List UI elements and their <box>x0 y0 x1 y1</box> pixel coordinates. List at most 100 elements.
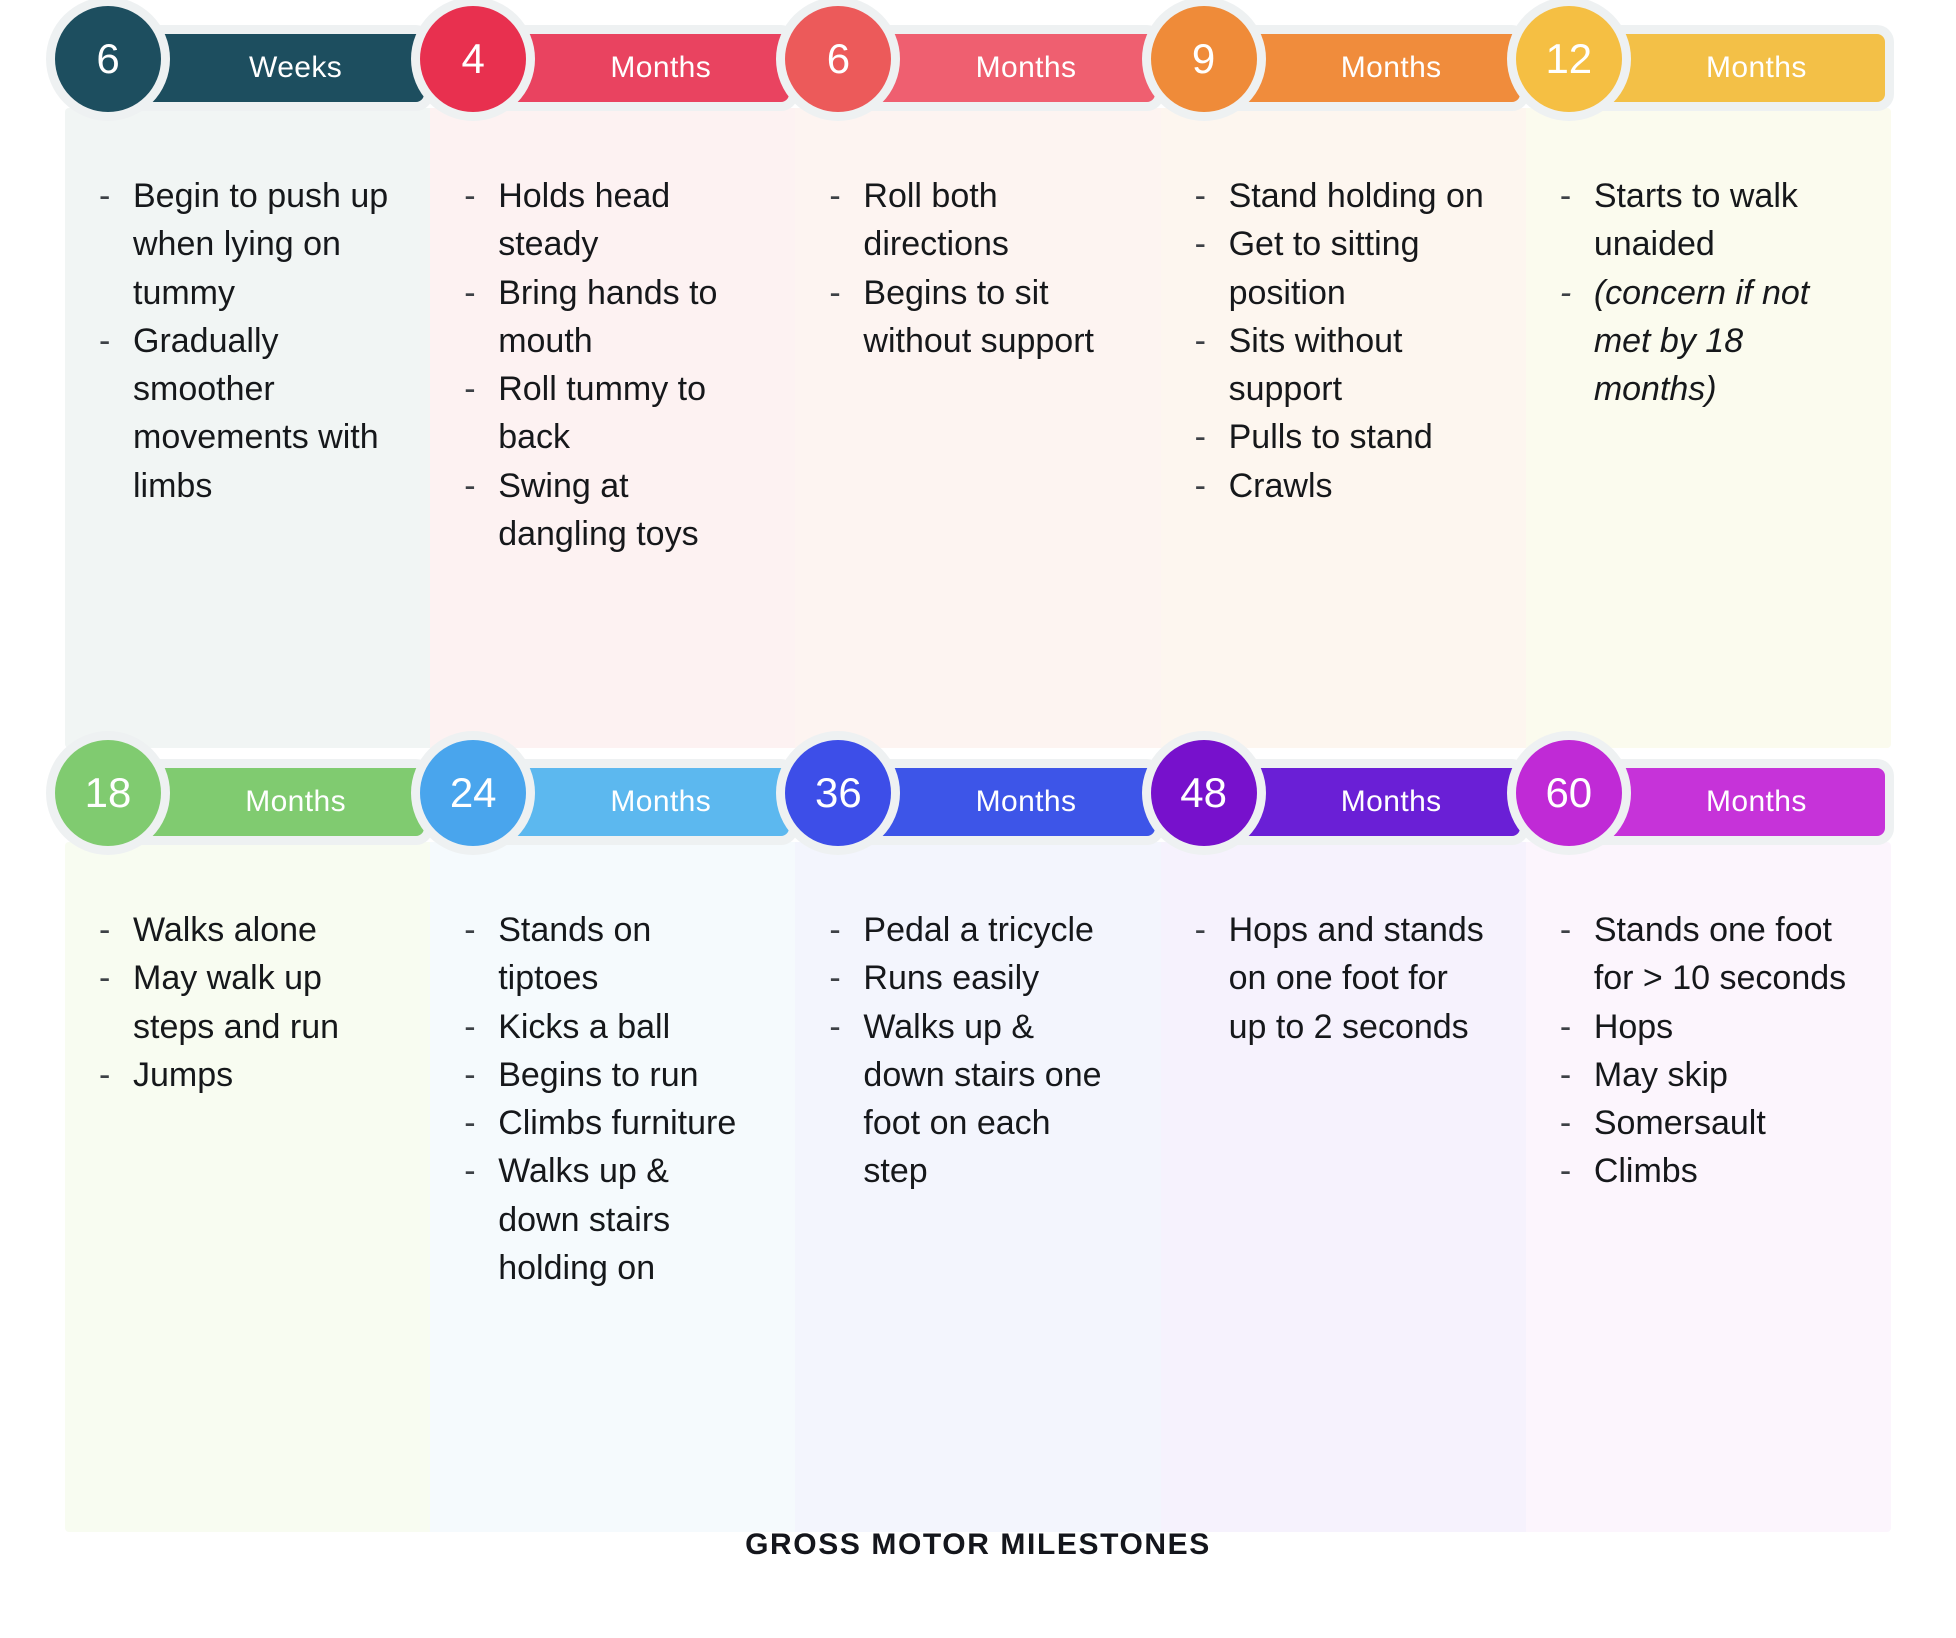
milestone-item: Begins to run <box>458 1051 758 1100</box>
stage-bar-60-months[interactable]: Months <box>1581 768 1885 836</box>
milestone-list: Pedal a tricycleRuns easilyWalks up & do… <box>823 906 1123 1196</box>
stage-column-inner: Stand holding onGet to sitting positionS… <box>1189 172 1489 510</box>
stage-marker-12-months[interactable]: 12 <box>1515 6 1622 112</box>
stage-column-inner: Stands on tiptoesKicks a ballBegins to r… <box>458 906 758 1292</box>
milestone-item: Walks alone <box>93 906 393 955</box>
stage-marker-60-months[interactable]: 60 <box>1515 740 1622 846</box>
stage-bar-12-months[interactable]: Months <box>1581 34 1885 102</box>
stage-marker-6-weeks[interactable]: 6 <box>55 6 161 112</box>
milestone-item: Begins to sit without support <box>823 269 1123 366</box>
milestone-item: Climbs <box>1554 1147 1854 1196</box>
stage-bar-6-weeks[interactable]: Weeks <box>121 34 425 102</box>
milestone-list: Stands one foot for > 10 secondsHopsMay … <box>1554 906 1854 1196</box>
stage-marker-18-months[interactable]: 18 <box>55 740 161 846</box>
stage-bar-24-months[interactable]: Months <box>486 768 790 836</box>
stage-unit-label: Months <box>1340 51 1442 84</box>
stage-unit-label: Months <box>975 785 1077 818</box>
milestone-item: Get to sitting position <box>1189 220 1489 317</box>
stage-column-inner: Holds head steadyBring hands to mouthRol… <box>458 172 758 558</box>
milestone-item: Walks up & down stairs one foot on each … <box>823 1003 1123 1196</box>
stage-number: 12 <box>1545 35 1593 82</box>
milestone-item: Stands on tiptoes <box>458 906 758 1003</box>
milestone-item: Hops <box>1554 1003 1854 1052</box>
stage-column-4-months: Holds head steadyBring hands to mouthRol… <box>430 144 795 558</box>
header-strip-row-2: Months 18 Months 24 Months 36 Months 48 Months 60 <box>55 740 1891 892</box>
stage-unit-label: Months <box>1706 785 1807 818</box>
milestone-item: Starts to walk unaided <box>1554 172 1854 269</box>
stage-column-12-months: Starts to walk unaided(concern if not me… <box>1526 144 1891 558</box>
milestone-item: Stands one foot for > 10 seconds <box>1554 906 1854 1003</box>
stage-number: 24 <box>449 769 497 816</box>
stage-marker-48-months[interactable]: 48 <box>1150 740 1257 846</box>
milestone-item: Climbs furniture <box>458 1099 758 1148</box>
stage-marker-9-months[interactable]: 9 <box>1150 6 1257 112</box>
stage-number: 60 <box>1545 769 1593 816</box>
stage-marker-4-months[interactable]: 4 <box>420 6 527 112</box>
stage-column-48-months: Hops and stands on one foot for up to 2 … <box>1161 878 1526 1292</box>
milestone-item: Roll tummy to back <box>458 365 758 462</box>
milestone-item: Pedal a tricycle <box>823 906 1123 955</box>
stage-column-60-months: Stands one foot for > 10 secondsHopsMay … <box>1526 878 1891 1292</box>
milestone-item: Kicks a ball <box>458 1003 758 1052</box>
stage-unit-label: Months <box>610 51 712 84</box>
stage-unit-label: Months <box>610 785 712 818</box>
stage-bar-9-months[interactable]: Months <box>1216 34 1520 102</box>
milestone-item: Pulls to stand <box>1189 413 1489 462</box>
milestone-item: Crawls <box>1189 462 1489 511</box>
stage-number: 36 <box>815 769 862 816</box>
content-columns-row-1: Begin to push up when lying on tummyGrad… <box>65 144 1891 558</box>
header-strip-row-1: Weeks 6 Months 4 Months 6 Months 9 Months 12 <box>55 6 1891 158</box>
milestone-item: Holds head steady <box>458 172 758 269</box>
stage-number: 6 <box>96 35 120 82</box>
milestone-item: Jumps <box>93 1051 393 1100</box>
stage-unit-label: Months <box>975 51 1077 84</box>
content-columns-row-2: Walks aloneMay walk up steps and runJump… <box>65 878 1891 1292</box>
milestone-list: Starts to walk unaided(concern if not me… <box>1554 172 1854 413</box>
stage-bar-36-months[interactable]: Months <box>851 768 1155 836</box>
milestone-list: Holds head steadyBring hands to mouthRol… <box>458 172 758 558</box>
stage-column-9-months: Stand holding onGet to sitting positionS… <box>1161 144 1526 558</box>
milestone-item: Swing at dangling toys <box>458 462 758 559</box>
stage-column-18-months: Walks aloneMay walk up steps and runJump… <box>65 878 430 1292</box>
stage-number: 9 <box>1191 35 1216 82</box>
milestone-list: Stand holding onGet to sitting positionS… <box>1189 172 1489 510</box>
milestone-item: Sits without support <box>1189 317 1489 414</box>
stage-bar-48-months[interactable]: Months <box>1216 768 1520 836</box>
stage-unit-label: Months <box>245 785 346 818</box>
milestone-list: Begin to push up when lying on tummyGrad… <box>93 172 393 510</box>
stage-marker-24-months[interactable]: 24 <box>420 740 527 846</box>
milestone-item: Roll both directions <box>823 172 1123 269</box>
stage-bar-6-months[interactable]: Months <box>851 34 1155 102</box>
page-title: GROSS MOTOR MILESTONES <box>745 1528 1211 1561</box>
milestone-item: Hops and stands on one foot for up to 2 … <box>1189 906 1489 1051</box>
stage-column-inner: Hops and stands on one foot for up to 2 … <box>1189 906 1489 1051</box>
milestone-item: Runs easily <box>823 954 1123 1003</box>
stage-column-6-months: Roll both directionsBegins to sit withou… <box>795 144 1160 558</box>
stage-marker-36-months[interactable]: 36 <box>785 740 892 846</box>
stage-column-inner: Begin to push up when lying on tummyGrad… <box>93 172 393 510</box>
milestone-item: May walk up steps and run <box>93 954 393 1051</box>
stage-number: 6 <box>826 35 851 82</box>
stage-number: 48 <box>1180 769 1227 816</box>
stage-number: 18 <box>84 769 132 816</box>
milestone-item: Begin to push up when lying on tummy <box>93 172 393 317</box>
milestone-item: Walks up & down stairs holding on <box>458 1147 758 1292</box>
milestone-item: May skip <box>1554 1051 1854 1100</box>
milestone-list: Walks aloneMay walk up steps and runJump… <box>93 906 393 1099</box>
gross-motor-milestones-infographic: Weeks 6 Months 4 Months 6 Months 9 Months 12 Begi… <box>0 0 1956 1638</box>
milestone-item: (concern if not met by 18 months) <box>1554 269 1854 414</box>
stage-column-inner: Pedal a tricycleRuns easilyWalks up & do… <box>823 906 1123 1196</box>
stage-column-inner: Starts to walk unaided(concern if not me… <box>1554 172 1854 413</box>
milestone-list: Hops and stands on one foot for up to 2 … <box>1189 906 1489 1051</box>
stage-bar-18-months[interactable]: Months <box>121 768 425 836</box>
stage-column-36-months: Pedal a tricycleRuns easilyWalks up & do… <box>795 878 1160 1292</box>
stage-unit-label: Months <box>1706 51 1807 84</box>
milestone-item: Stand holding on <box>1189 172 1489 221</box>
stage-column-6-weeks: Begin to push up when lying on tummyGrad… <box>65 144 430 558</box>
stage-marker-6-months[interactable]: 6 <box>785 6 892 112</box>
stage-bar-4-months[interactable]: Months <box>486 34 790 102</box>
stage-column-inner: Walks aloneMay walk up steps and runJump… <box>93 906 393 1099</box>
stage-column-inner: Roll both directionsBegins to sit withou… <box>823 172 1123 365</box>
milestone-list: Stands on tiptoesKicks a ballBegins to r… <box>458 906 758 1292</box>
stage-unit-label: Months <box>1340 785 1442 818</box>
